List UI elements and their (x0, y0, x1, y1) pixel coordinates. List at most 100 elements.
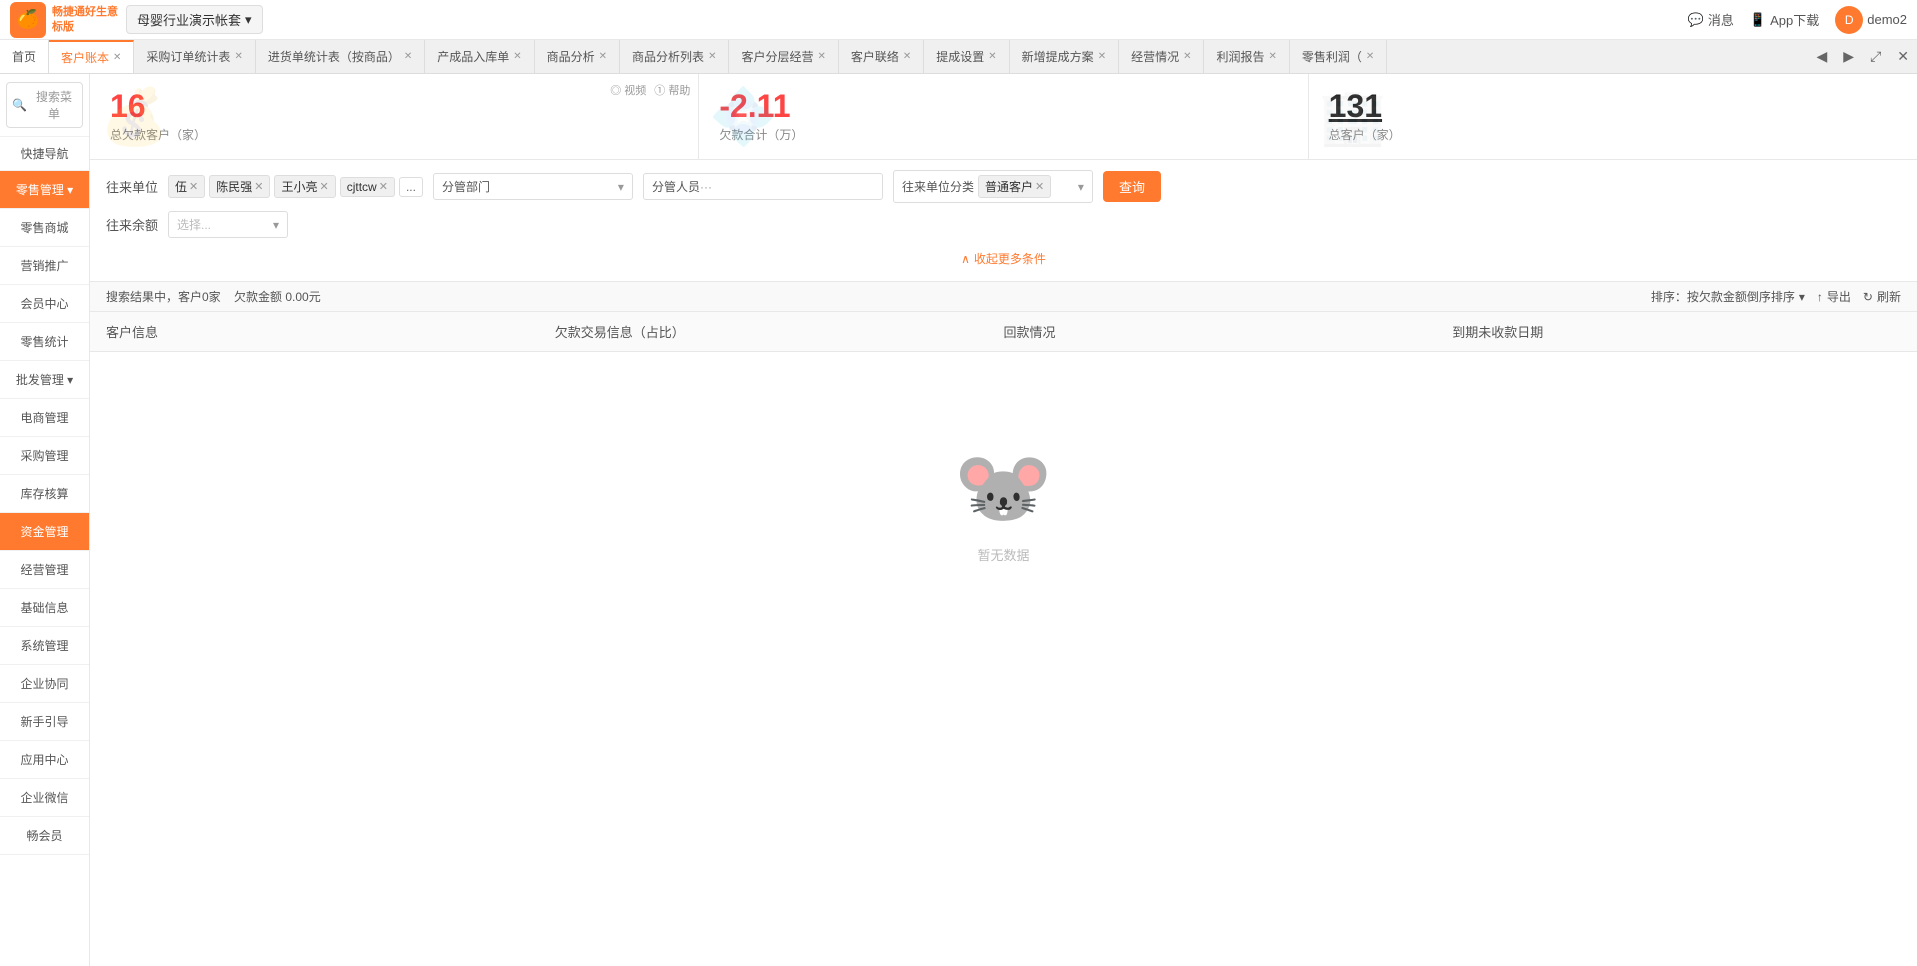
tab-home[interactable]: 首页 (0, 40, 49, 74)
video-help-btn-1[interactable]: ◎ 视频 (610, 82, 646, 98)
product-analysis-list-tab-close[interactable]: ✕ (708, 51, 716, 62)
tab-cost-inbound[interactable]: 产成品入库单 ✕ (425, 40, 534, 74)
dept-filter-select[interactable]: 分管部门 ▾ (433, 173, 633, 200)
top-bar-right: 💬 消息 📱 App下载 D demo2 (1688, 6, 1907, 34)
tab-retail-profit[interactable]: 零售利润（ ✕ (1290, 40, 1387, 74)
export-button[interactable]: ↑ 导出 (1817, 288, 1851, 305)
messages-button[interactable]: 💬 消息 (1688, 10, 1734, 29)
unit-type-filter-select[interactable]: 往来单位分类 普通客户 ✕ ▾ (893, 170, 1093, 203)
customer-contact-tab-close[interactable]: ✕ (903, 51, 911, 62)
sidebar-item-basic-info[interactable]: 基础信息 (0, 589, 89, 627)
inbound-stats-tab-close[interactable]: ✕ (404, 51, 412, 62)
filter-tag-3[interactable]: cjttcw ✕ (340, 177, 395, 197)
tab-customer-contact[interactable]: 客户联络 ✕ (839, 40, 924, 74)
retail-mgmt-label: 零售管理 ▾ (16, 183, 73, 197)
filter-tag-0[interactable]: 伍 ✕ (168, 175, 205, 198)
query-button[interactable]: 查询 (1103, 171, 1161, 202)
filter-area: 往来单位 伍 ✕ 陈民强 ✕ 王小亮 ✕ (90, 160, 1917, 282)
refresh-button[interactable]: ↻ 刷新 (1863, 288, 1901, 305)
search-result-text: 搜索结果中，客户0家 (106, 290, 221, 304)
workspace-selector[interactable]: 母婴行业演示帐套 ▾ (126, 5, 263, 34)
tab-profit-report[interactable]: 利润报告 ✕ (1204, 40, 1289, 74)
sidebar-item-system-mgmt[interactable]: 系统管理 (0, 627, 89, 665)
sidebar-item-app-center[interactable]: 应用中心 (0, 741, 89, 779)
sidebar-item-member-center[interactable]: 会员中心 (0, 285, 89, 323)
tab-product-analysis[interactable]: 商品分析 ✕ (535, 40, 620, 74)
tab-inbound-stats[interactable]: 进货单统计表（按商品） ✕ (256, 40, 425, 74)
sort-selector[interactable]: 排序：按欠款金额倒序排序 ▾ (1651, 288, 1805, 305)
filter-tag-2[interactable]: 王小亮 ✕ (274, 175, 335, 198)
stat-bg-coin-icon: 💰 (100, 84, 168, 149)
user-profile[interactable]: D demo2 (1835, 6, 1907, 34)
sidebar-item-enterprise-coop[interactable]: 企业协同 (0, 665, 89, 703)
sidebar-item-capital-mgmt[interactable]: 资金管理 (0, 513, 89, 551)
tab-maximize-icon[interactable]: ⤢ (1862, 48, 1889, 65)
sidebar-item-retail-mgmt[interactable]: 零售管理 ▾ (0, 171, 89, 209)
tab-next-icon[interactable]: ▶ (1835, 48, 1862, 65)
product-analysis-tab-label: 商品分析 (547, 48, 595, 65)
accounts-tab-close[interactable]: ✕ (113, 52, 121, 63)
search-icon: 🔍 (12, 98, 27, 112)
filter-tag-1-remove[interactable]: ✕ (254, 180, 263, 193)
text-help-btn-1[interactable]: ① 帮助 (654, 82, 690, 98)
filter-tag-1[interactable]: 陈民强 ✕ (209, 175, 270, 198)
search-result-bar: 搜索结果中，客户0家 欠款金额 0.00元 排序：按欠款金额倒序排序 ▾ ↑ 导… (90, 282, 1917, 312)
inbound-stats-tab-label: 进货单统计表（按商品） (268, 48, 400, 65)
collapse-filters-button[interactable]: ∧ 收起更多条件 (106, 246, 1901, 271)
tab-customer-tier[interactable]: 客户分层经营 ✕ (729, 40, 838, 74)
sidebar-item-retail-mall[interactable]: 零售商城 (0, 209, 89, 247)
filter-tag-0-remove[interactable]: ✕ (189, 180, 198, 193)
sidebar-item-inventory[interactable]: 库存核算 (0, 475, 89, 513)
dept-filter-label: 分管部门 (442, 178, 490, 195)
sidebar-item-wholesale-mgmt[interactable]: 批发管理 ▾ (0, 361, 89, 399)
user-label: demo2 (1867, 12, 1907, 27)
tab-new-mention[interactable]: 新增提成方案 ✕ (1010, 40, 1119, 74)
person-filter-select[interactable]: 分管人员 ··· (643, 173, 883, 200)
tab-mention-settings[interactable]: 提成设置 ✕ (924, 40, 1009, 74)
product-analysis-tab-close[interactable]: ✕ (599, 51, 607, 62)
retail-profit-tab-close[interactable]: ✕ (1366, 51, 1374, 62)
sidebar-quick-nav[interactable]: 快捷导航 (0, 137, 89, 171)
tab-prev-icon[interactable]: ◀ (1809, 48, 1836, 65)
profit-report-tab-close[interactable]: ✕ (1269, 51, 1277, 62)
operations-tab-close[interactable]: ✕ (1183, 51, 1191, 62)
tab-operations[interactable]: 经营情况 ✕ (1119, 40, 1204, 74)
debt-amount-text: 欠款金额 0.00元 (234, 290, 321, 304)
sidebar-item-new-guide[interactable]: 新手引导 (0, 703, 89, 741)
purchase-order-tab-label: 采购订单统计表 (146, 48, 230, 65)
mention-settings-tab-close[interactable]: ✕ (988, 51, 996, 62)
sidebar-item-retail-stats[interactable]: 零售统计 (0, 323, 89, 361)
sidebar-item-marketing[interactable]: 营销推广 (0, 247, 89, 285)
search-menu-button[interactable]: 🔍 搜索菜单 (6, 82, 83, 128)
enterprise-coop-label: 企业协同 (20, 677, 68, 691)
customer-type-tag[interactable]: 普通客户 ✕ (978, 175, 1051, 198)
sidebar-item-purchase-mgmt[interactable]: 采购管理 (0, 437, 89, 475)
customer-tier-tab-close[interactable]: ✕ (817, 51, 825, 62)
filter-tag-3-remove[interactable]: ✕ (379, 180, 388, 193)
sidebar-item-enterprise-wechat[interactable]: 企业微信 (0, 779, 89, 817)
tab-close-all-icon[interactable]: ✕ (1889, 48, 1917, 65)
tab-accounts[interactable]: 客户账本 ✕ (49, 40, 134, 74)
unit-filter-label: 往来单位 (106, 177, 158, 196)
sidebar-item-ecommerce[interactable]: 电商管理 (0, 399, 89, 437)
stat-debt-total: 💠 -2.11 欠款合计（万） (699, 74, 1308, 159)
messages-label: 消息 (1708, 10, 1734, 29)
tab-product-analysis-list[interactable]: 商品分析列表 ✕ (620, 40, 729, 74)
tab-purchase-order[interactable]: 采购订单统计表 ✕ (134, 40, 255, 74)
customer-type-tag-remove[interactable]: ✕ (1035, 180, 1044, 193)
cost-inbound-tab-close[interactable]: ✕ (513, 51, 521, 62)
collapse-label: 收起更多条件 (974, 250, 1046, 267)
sort-label: 排序：按欠款金额倒序排序 (1651, 288, 1795, 305)
filter-more-btn[interactable]: ... (399, 177, 423, 197)
capital-mgmt-label: 资金管理 (20, 525, 68, 539)
purchase-order-tab-close[interactable]: ✕ (234, 51, 242, 62)
balance-filter-select[interactable]: 选择... ▾ (168, 211, 288, 238)
sidebar-item-vip-member[interactable]: 畅会员 (0, 817, 89, 855)
person-filter-dots[interactable]: ··· (700, 180, 712, 194)
avatar: D (1835, 6, 1863, 34)
filter-tag-2-remove[interactable]: ✕ (320, 180, 329, 193)
app-download-button[interactable]: 📱 App下载 (1750, 10, 1819, 29)
sidebar-item-ops-mgmt[interactable]: 经营管理 (0, 551, 89, 589)
new-mention-tab-close[interactable]: ✕ (1098, 51, 1106, 62)
profit-report-tab-label: 利润报告 (1216, 48, 1264, 65)
